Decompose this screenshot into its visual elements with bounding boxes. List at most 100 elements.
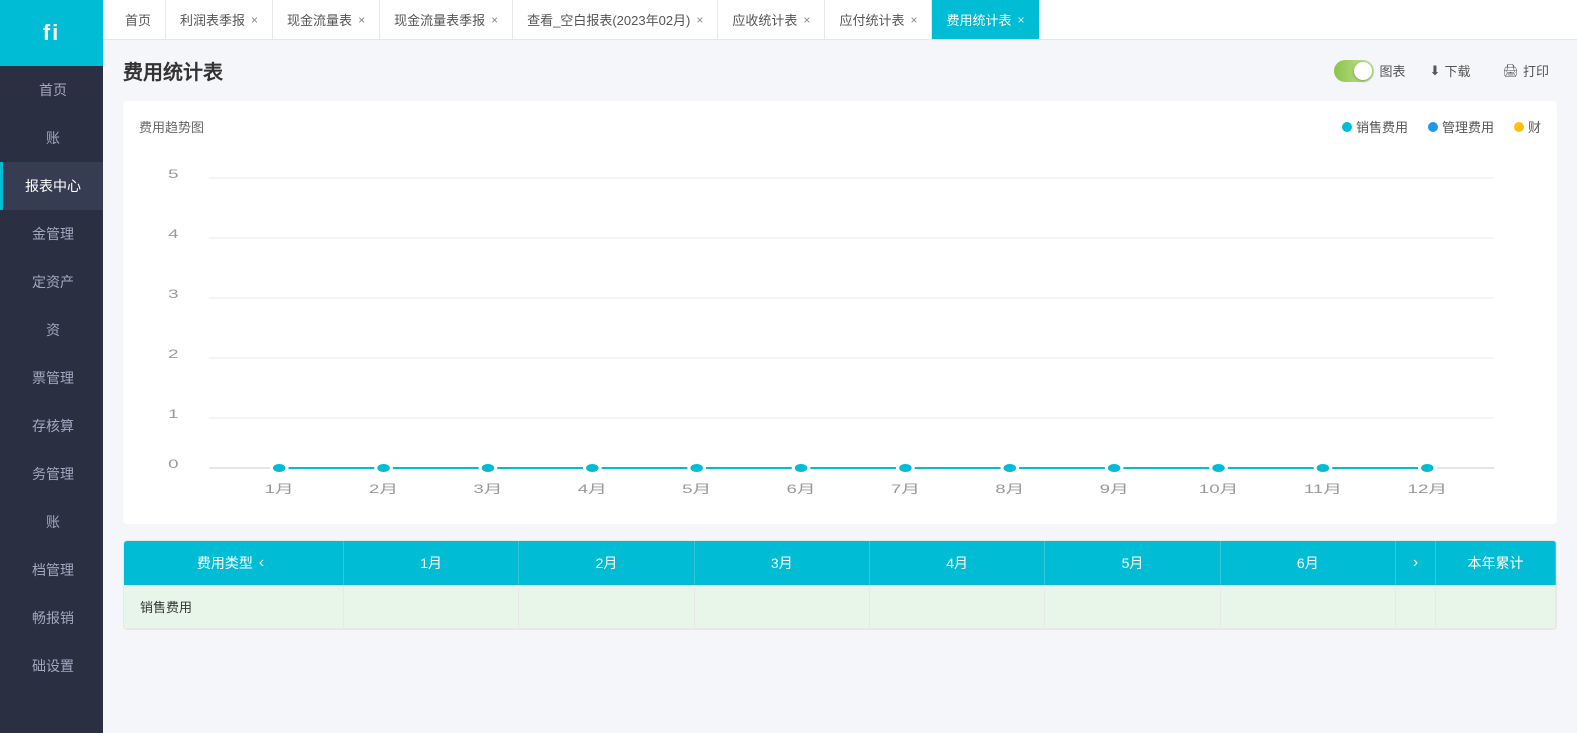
svg-text:9月: 9月 bbox=[1100, 483, 1129, 496]
tab-cashflow-label: 现金流量表 bbox=[287, 10, 352, 29]
tab-cashflow-quarterly[interactable]: 现金流量表季报 × bbox=[380, 0, 513, 40]
svg-text:5月: 5月 bbox=[682, 483, 711, 496]
sidebar-item-home[interactable]: 首页 bbox=[0, 66, 103, 114]
sidebar-item-tickets[interactable]: 票管理 bbox=[0, 354, 103, 402]
expense-table: 费用类型 ‹ 1月 2月 3月 4月 5月 bbox=[123, 540, 1557, 630]
download-button[interactable]: ⬇ 下载 bbox=[1422, 57, 1479, 84]
svg-text:5: 5 bbox=[168, 168, 179, 181]
sidebar-logo: fi bbox=[0, 0, 103, 66]
legend-finance: 财 bbox=[1514, 117, 1541, 136]
sidebar-item-reports[interactable]: 报表中心 bbox=[0, 162, 103, 210]
svg-text:7月: 7月 bbox=[891, 483, 920, 496]
sidebar: fi 首页 账 报表中心 金管理 定资产 资 票管理 存核算 务管理 账 档管理… bbox=[0, 0, 103, 733]
cell-mar bbox=[695, 585, 870, 628]
legend-admin-label: 管理费用 bbox=[1442, 117, 1494, 136]
svg-text:1月: 1月 bbox=[265, 483, 294, 496]
col-jun-label: 6月 bbox=[1297, 553, 1319, 573]
content-area: 费用统计表 图表 ⬇ 下载 🖨 打印 费用趋势图 bbox=[103, 40, 1577, 733]
svg-text:2: 2 bbox=[168, 348, 178, 361]
legend-sales-label: 销售费用 bbox=[1356, 117, 1408, 136]
download-label: 下载 bbox=[1444, 61, 1470, 80]
tab-receivable-close[interactable]: × bbox=[803, 13, 810, 27]
svg-text:6月: 6月 bbox=[787, 483, 816, 496]
chart-header: 费用趋势图 销售费用 管理费用 财 bbox=[139, 117, 1541, 136]
col-ytd-label: 本年累计 bbox=[1467, 553, 1523, 573]
chart-toggle-wrap: 图表 bbox=[1334, 60, 1406, 82]
col-mar-label: 3月 bbox=[771, 553, 793, 573]
svg-text:3: 3 bbox=[168, 288, 179, 301]
tab-expense-label: 费用统计表 bbox=[946, 10, 1011, 29]
sidebar-item-services[interactable]: 务管理 bbox=[0, 450, 103, 498]
legend-sales: 销售费用 bbox=[1342, 117, 1408, 136]
col-feb-label: 2月 bbox=[596, 553, 618, 573]
table-row: 销售费用 bbox=[124, 585, 1556, 629]
svg-text:4月: 4月 bbox=[578, 483, 607, 496]
svg-text:2月: 2月 bbox=[369, 483, 398, 496]
col-jun: 6月 bbox=[1221, 541, 1396, 585]
print-icon: 🖨 bbox=[1502, 63, 1519, 79]
tab-blank-report[interactable]: 查看_空白报表(2023年02月) × bbox=[513, 0, 718, 40]
tab-receivable[interactable]: 应收统计表 × bbox=[718, 0, 825, 40]
tab-profit-quarterly-close[interactable]: × bbox=[251, 13, 258, 27]
cell-ytd bbox=[1436, 585, 1556, 628]
col-type: 费用类型 ‹ bbox=[124, 541, 344, 585]
svg-text:3月: 3月 bbox=[473, 483, 502, 496]
sidebar-item-ledger[interactable]: 账 bbox=[0, 498, 103, 546]
col-type-label: 费用类型 bbox=[197, 553, 253, 573]
print-button[interactable]: 🖨 打印 bbox=[1494, 57, 1557, 84]
chart-toggle[interactable] bbox=[1334, 60, 1374, 82]
sidebar-item-inventory[interactable]: 存核算 bbox=[0, 402, 103, 450]
cell-jun bbox=[1221, 585, 1396, 628]
chart-svg: 5 4 3 2 1 0 bbox=[139, 148, 1541, 508]
cell-jan bbox=[344, 585, 519, 628]
chart-legend: 销售费用 管理费用 财 bbox=[1342, 117, 1541, 136]
tab-cashflow[interactable]: 现金流量表 × bbox=[273, 0, 380, 40]
chart-area: 5 4 3 2 1 0 bbox=[139, 148, 1541, 508]
sidebar-item-settings[interactable]: 础设置 bbox=[0, 642, 103, 690]
svg-text:4: 4 bbox=[168, 228, 179, 241]
sidebar-item-capital[interactable]: 资 bbox=[0, 306, 103, 354]
svg-text:10月: 10月 bbox=[1199, 483, 1238, 496]
col-may-label: 5月 bbox=[1122, 553, 1144, 573]
next-arrow[interactable]: › bbox=[1407, 554, 1424, 572]
header-actions: 图表 ⬇ 下载 🖨 打印 bbox=[1334, 57, 1557, 84]
tab-profit-quarterly[interactable]: 利润表季报 × bbox=[166, 0, 273, 40]
sidebar-item-assets[interactable]: 定资产 bbox=[0, 258, 103, 306]
col-jan-label: 1月 bbox=[420, 553, 442, 573]
sidebar-item-expense[interactable]: 畅报销 bbox=[0, 594, 103, 642]
tab-blank-report-close[interactable]: × bbox=[696, 13, 703, 27]
prev-arrow[interactable]: ‹ bbox=[253, 554, 270, 572]
page-title: 费用统计表 bbox=[123, 56, 223, 85]
table-header-row: 费用类型 ‹ 1月 2月 3月 4月 5月 bbox=[124, 541, 1556, 585]
page-header: 费用统计表 图表 ⬇ 下载 🖨 打印 bbox=[123, 56, 1557, 85]
sidebar-item-cash[interactable]: 金管理 bbox=[0, 210, 103, 258]
col-mar: 3月 bbox=[695, 541, 870, 585]
tab-cashflow-quarterly-close[interactable]: × bbox=[491, 13, 498, 27]
cell-type: 销售费用 bbox=[124, 585, 344, 628]
chart-container: 费用趋势图 销售费用 管理费用 财 bbox=[123, 101, 1557, 524]
cell-apr bbox=[870, 585, 1045, 628]
tab-payable-close[interactable]: × bbox=[910, 13, 917, 27]
tab-home[interactable]: 首页 bbox=[111, 0, 166, 40]
tab-payable-label: 应付统计表 bbox=[839, 10, 904, 29]
legend-finance-label: 财 bbox=[1528, 117, 1541, 136]
tab-blank-report-label: 查看_空白报表(2023年02月) bbox=[527, 10, 690, 29]
main-area: 首页 利润表季报 × 现金流量表 × 现金流量表季报 × 查看_空白报表(202… bbox=[103, 0, 1577, 733]
tab-expense[interactable]: 费用统计表 × bbox=[932, 0, 1039, 40]
tab-payable[interactable]: 应付统计表 × bbox=[825, 0, 932, 40]
cell-feb bbox=[519, 585, 694, 628]
legend-admin-dot bbox=[1428, 122, 1438, 132]
print-label: 打印 bbox=[1523, 61, 1549, 80]
chart-toggle-label: 图表 bbox=[1380, 61, 1406, 80]
download-icon: ⬇ bbox=[1430, 63, 1441, 79]
col-jan: 1月 bbox=[344, 541, 519, 585]
legend-finance-dot bbox=[1514, 122, 1524, 132]
col-apr-label: 4月 bbox=[946, 553, 968, 573]
sidebar-item-files[interactable]: 档管理 bbox=[0, 546, 103, 594]
tab-profit-quarterly-label: 利润表季报 bbox=[180, 10, 245, 29]
tab-expense-close[interactable]: × bbox=[1017, 13, 1024, 27]
svg-text:1: 1 bbox=[168, 408, 178, 421]
sidebar-item-account[interactable]: 账 bbox=[0, 114, 103, 162]
tab-cashflow-close[interactable]: × bbox=[358, 13, 365, 27]
col-ytd: 本年累计 bbox=[1436, 541, 1556, 585]
